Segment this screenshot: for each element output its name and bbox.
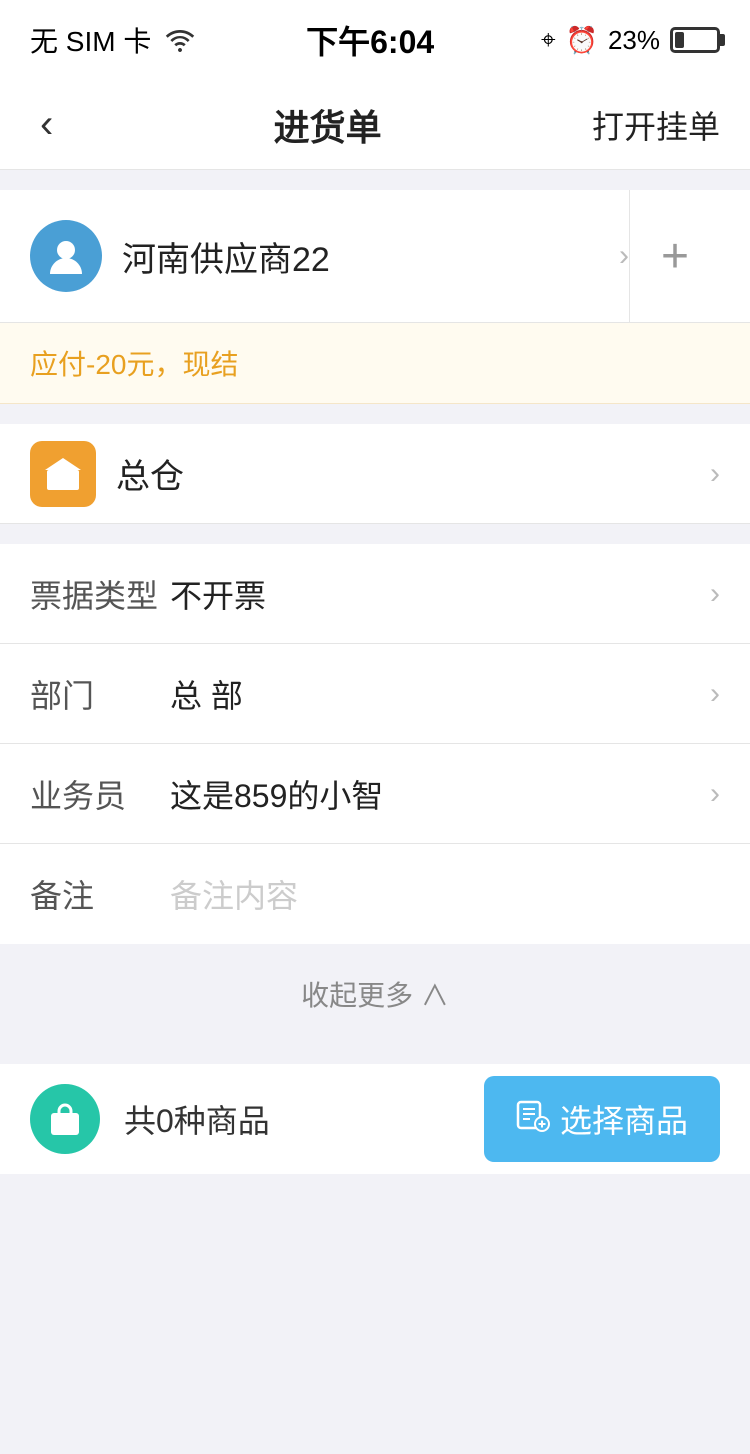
salesperson-chevron-icon: ›: [710, 777, 720, 811]
salesperson-row[interactable]: 业务员 这是859的小智 ›: [0, 744, 750, 844]
supplier-name: 河南供应商22: [122, 232, 609, 281]
collapse-label: 收起更多 ∧: [301, 974, 449, 1014]
section-divider-1: [0, 170, 750, 190]
salesperson-label: 业务员: [30, 771, 170, 817]
status-left: 无 SIM 卡: [30, 20, 199, 60]
invoice-type-value: 不开票: [170, 571, 700, 617]
collapse-button[interactable]: 收起更多 ∧: [0, 944, 750, 1044]
supplier-select-button[interactable]: 河南供应商22 ›: [30, 190, 630, 322]
remark-label: 备注: [30, 871, 170, 917]
department-chevron-icon: ›: [710, 677, 720, 711]
supplier-avatar: [30, 220, 102, 292]
select-product-button[interactable]: 选择商品: [484, 1076, 720, 1162]
page-title: 进货单: [274, 99, 382, 151]
product-section: 共0种商品 选择商品: [0, 1064, 750, 1174]
chevron-right-icon: ›: [619, 239, 629, 273]
person-icon: [44, 234, 88, 278]
invoice-type-chevron-icon: ›: [710, 577, 720, 611]
warehouse-icon: [43, 454, 83, 494]
battery-label: 23%: [608, 25, 660, 56]
nav-bar: ‹ 进货单 打开挂单: [0, 80, 750, 170]
section-divider-2: [0, 404, 750, 424]
time-label: 下午6:04: [306, 17, 434, 63]
warehouse-select-button[interactable]: 总仓 ›: [0, 424, 750, 524]
warehouse-name: 总仓: [116, 449, 700, 498]
department-value: 总 部: [170, 671, 700, 717]
salesperson-value: 这是859的小智: [170, 771, 700, 817]
supplier-section: 河南供应商22 › +: [0, 190, 750, 323]
location-icon: ⌖: [541, 24, 556, 56]
bottom-area: [0, 1174, 750, 1454]
invoice-type-label: 票据类型: [30, 571, 170, 617]
product-count-label: 共0种商品: [124, 1096, 484, 1142]
wifi-icon: [161, 26, 199, 54]
status-right: ⌖ ⏰ 23%: [541, 24, 720, 56]
carrier-label: 无 SIM 卡: [30, 20, 151, 60]
status-bar: 无 SIM 卡 下午6:04 ⌖ ⏰ 23%: [0, 0, 750, 80]
notice-text: 应付-20元，现结: [30, 349, 238, 380]
battery-icon: [670, 27, 720, 53]
remark-input[interactable]: 备注内容: [170, 871, 720, 917]
add-supplier-button[interactable]: +: [630, 190, 720, 322]
alarm-icon: ⏰: [566, 25, 598, 56]
warehouse-chevron-icon: ›: [710, 457, 720, 491]
department-row[interactable]: 部门 总 部 ›: [0, 644, 750, 744]
invoice-type-row[interactable]: 票据类型 不开票 ›: [0, 544, 750, 644]
select-product-icon: [516, 1098, 550, 1140]
back-button[interactable]: ‹: [30, 92, 63, 157]
select-product-label: 选择商品: [560, 1096, 688, 1142]
warehouse-icon-bg: [30, 441, 96, 507]
shopping-bag-icon: [45, 1099, 85, 1139]
remark-row[interactable]: 备注 备注内容: [0, 844, 750, 944]
section-divider-3: [0, 524, 750, 544]
product-icon-bg: [30, 1084, 100, 1154]
notice-banner: 应付-20元，现结: [0, 323, 750, 404]
open-pending-button[interactable]: 打开挂单: [592, 102, 720, 148]
form-section: 票据类型 不开票 › 部门 总 部 › 业务员 这是859的小智 › 备注 备注…: [0, 544, 750, 944]
department-label: 部门: [30, 671, 170, 717]
